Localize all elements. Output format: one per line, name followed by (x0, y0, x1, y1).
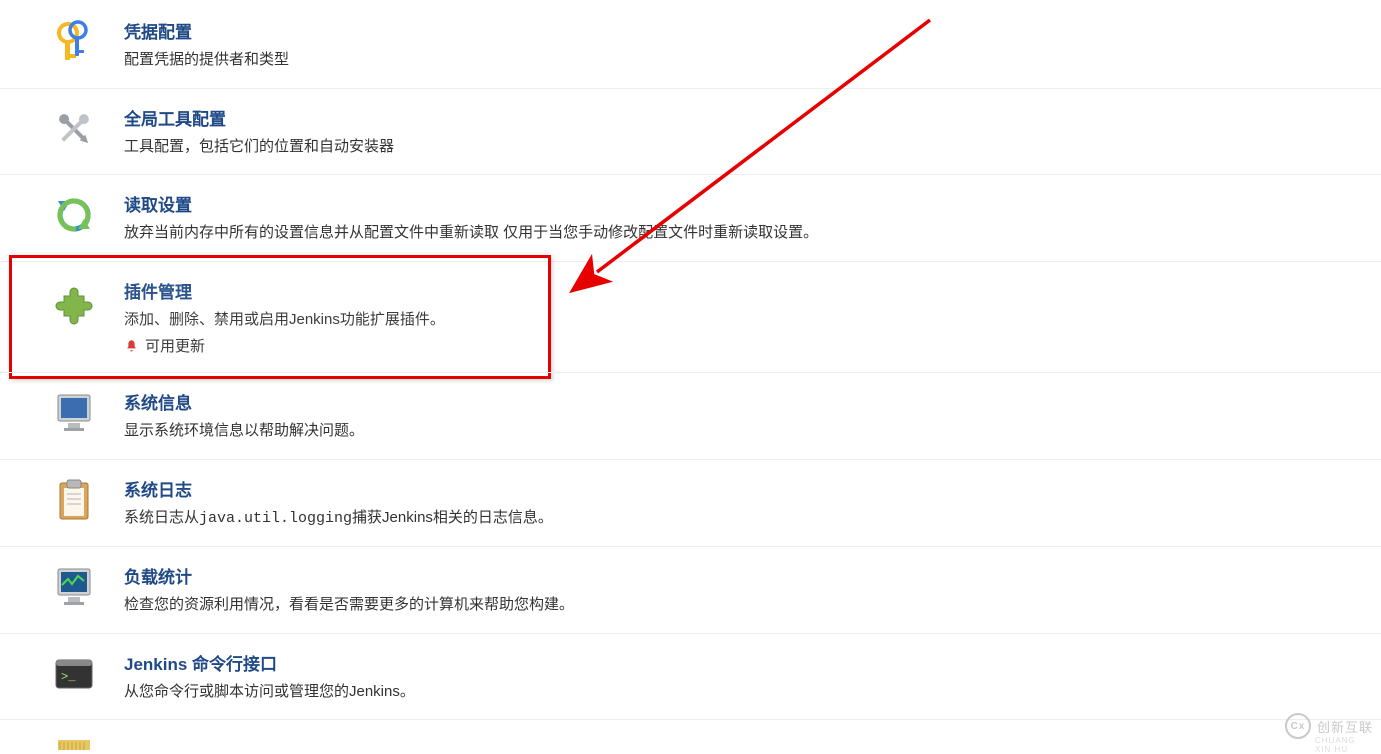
svg-text:>_: >_ (61, 670, 76, 684)
bell-icon (124, 337, 139, 354)
update-available-line: 可用更新 (124, 335, 1381, 356)
tools-icon (50, 105, 124, 153)
item-title[interactable]: Jenkins 命令行接口 (124, 650, 277, 675)
menu-item-jenkins-cli[interactable]: >_ Jenkins 命令行接口 从您命令行或脚本访问或管理您的Jenkins。 (0, 633, 1381, 720)
item-description: 工具配置，包括它们的位置和自动安装器 (124, 136, 1381, 159)
terminal-icon: >_ (50, 650, 124, 698)
item-title[interactable]: 负载统计 (124, 563, 192, 588)
menu-item-reload-config[interactable]: 读取设置 放弃当前内存中所有的设置信息并从配置文件中重新读取 仅用于当您手动修改… (0, 174, 1381, 261)
item-description: 显示系统环境信息以帮助解决问题。 (124, 420, 1381, 443)
refresh-icon (50, 191, 124, 239)
monitor-icon (50, 389, 124, 437)
menu-item-plugin-manager[interactable]: 插件管理 添加、删除、禁用或启用Jenkins功能扩展插件。 可用更新 (0, 261, 1381, 373)
item-description: 添加、删除、禁用或启用Jenkins功能扩展插件。 (124, 309, 1381, 332)
item-description: 配置凭据的提供者和类型 (124, 49, 1381, 72)
monitor-chart-icon (50, 563, 124, 611)
item-description: 检查您的资源利用情况，看看是否需要更多的计算机来帮助您构建。 (124, 594, 1381, 617)
item-description: 放弃当前内存中所有的设置信息并从配置文件中重新读取 仅用于当您手动修改配置文件时… (124, 222, 1381, 245)
script-icon (50, 736, 124, 754)
update-text: 可用更新 (145, 335, 205, 356)
clipboard-icon (50, 476, 124, 524)
watermark: Cx 创新互联 CHUANG XIN HU LIAN (1285, 713, 1373, 739)
menu-item-global-tool-config[interactable]: 全局工具配置 工具配置，包括它们的位置和自动安装器 (0, 88, 1381, 175)
item-description: 系统日志从java.util.logging捕获Jenkins相关的日志信息。 (124, 507, 1381, 531)
watermark-logo-icon: Cx (1285, 713, 1311, 739)
menu-item-partial[interactable] (0, 719, 1381, 754)
plugin-icon (50, 278, 124, 326)
item-title[interactable]: 插件管理 (124, 278, 192, 303)
item-description: 从您命令行或脚本访问或管理您的Jenkins。 (124, 681, 1381, 704)
menu-item-load-statistics[interactable]: 负载统计 检查您的资源利用情况，看看是否需要更多的计算机来帮助您构建。 (0, 546, 1381, 633)
watermark-text: 创新互联 (1317, 717, 1373, 736)
credentials-icon (50, 18, 124, 66)
menu-item-system-log[interactable]: 系统日志 系统日志从java.util.logging捕获Jenkins相关的日… (0, 459, 1381, 547)
item-title[interactable]: 系统日志 (124, 476, 192, 501)
menu-item-system-info[interactable]: 系统信息 显示系统环境信息以帮助解决问题。 (0, 372, 1381, 459)
menu-item-credentials-config[interactable]: 凭据配置 配置凭据的提供者和类型 (0, 2, 1381, 88)
item-title[interactable]: 凭据配置 (124, 18, 192, 43)
item-title[interactable]: 系统信息 (124, 389, 192, 414)
item-title[interactable]: 全局工具配置 (124, 105, 226, 130)
item-title[interactable]: 读取设置 (124, 191, 192, 216)
